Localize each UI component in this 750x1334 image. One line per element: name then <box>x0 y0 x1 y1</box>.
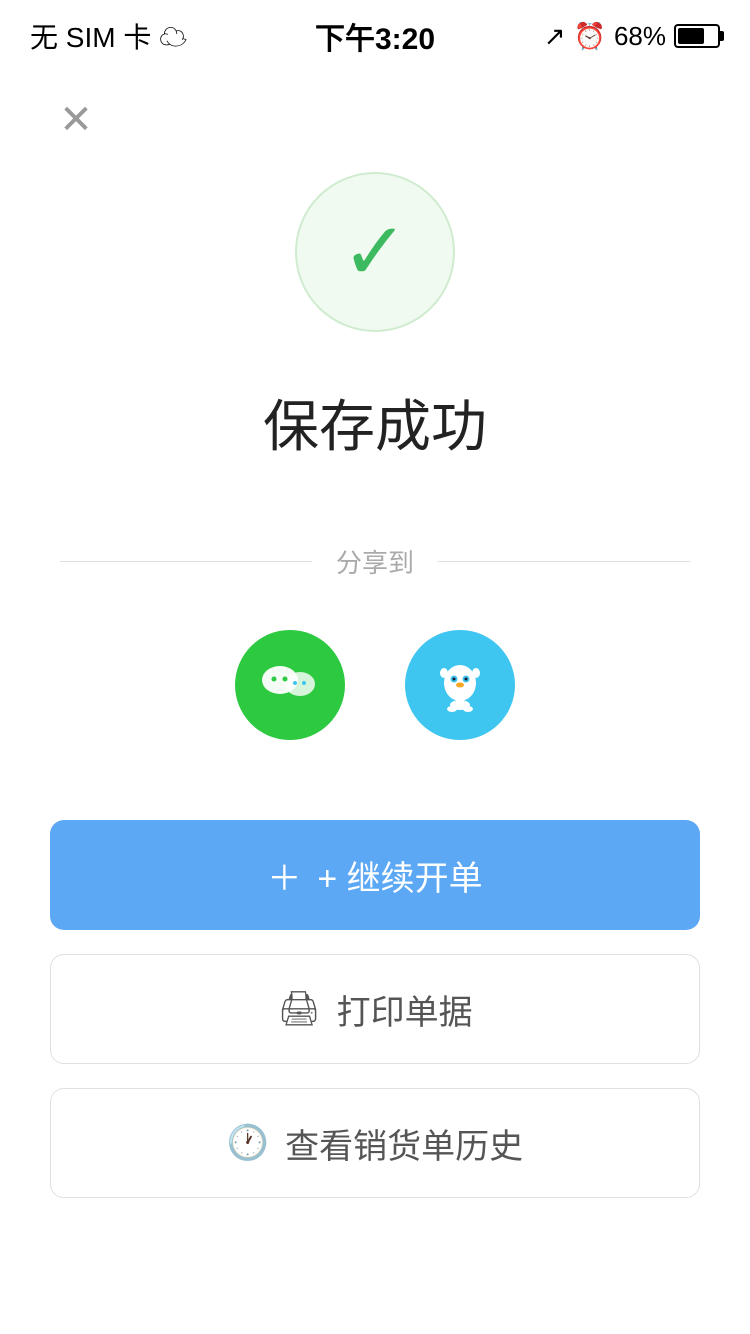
location-icon: ↗ <box>544 21 566 52</box>
wechat-icon <box>257 652 323 718</box>
history-label: 查看销货单历史 <box>285 1119 523 1168</box>
status-right: ↗ ⏰ 68% <box>544 21 720 52</box>
success-title: 保存成功 <box>263 382 487 463</box>
history-button[interactable]: 🕐 查看销货单历史 <box>50 1088 700 1198</box>
status-time: 下午3:20 <box>315 14 435 58</box>
battery-icon <box>674 24 720 48</box>
status-left: 无 SIM 卡 ☁ <box>30 16 187 56</box>
divider-right <box>438 561 690 562</box>
alarm-icon: ⏰ <box>574 21 606 52</box>
action-buttons: ＋ + 继续开单 🖨 打印单据 🕐 查看销货单历史 <box>0 820 750 1198</box>
status-bar: 无 SIM 卡 ☁ 下午3:20 ↗ ⏰ 68% <box>0 0 750 72</box>
print-label: 打印单据 <box>337 985 473 1034</box>
share-label: 分享到 <box>312 543 438 580</box>
share-icons <box>235 630 515 740</box>
close-icon: ✕ <box>59 100 93 140</box>
share-divider: 分享到 <box>0 543 750 580</box>
success-circle: ✓ <box>295 172 455 332</box>
battery-percent: 68% <box>614 21 666 52</box>
plus-icon: ＋ <box>267 851 301 900</box>
no-sim-text: 无 SIM 卡 ☁ <box>30 16 187 56</box>
print-button[interactable]: 🖨 打印单据 <box>50 954 700 1064</box>
divider-left <box>60 561 312 562</box>
continue-button[interactable]: ＋ + 继续开单 <box>50 820 700 930</box>
continue-label: + 继续开单 <box>317 851 482 900</box>
clock-icon: 🕐 <box>227 1123 269 1163</box>
battery-indicator <box>674 24 720 48</box>
qq-share-button[interactable] <box>405 630 515 740</box>
close-button[interactable]: ✕ <box>46 90 106 150</box>
printer-icon: 🖨 <box>277 989 320 1029</box>
wechat-share-button[interactable] <box>235 630 345 740</box>
main-content: ✓ 保存成功 分享到 <box>0 72 750 1198</box>
qq-icon <box>430 655 490 715</box>
checkmark-icon: ✓ <box>341 212 408 292</box>
battery-fill <box>678 28 704 44</box>
